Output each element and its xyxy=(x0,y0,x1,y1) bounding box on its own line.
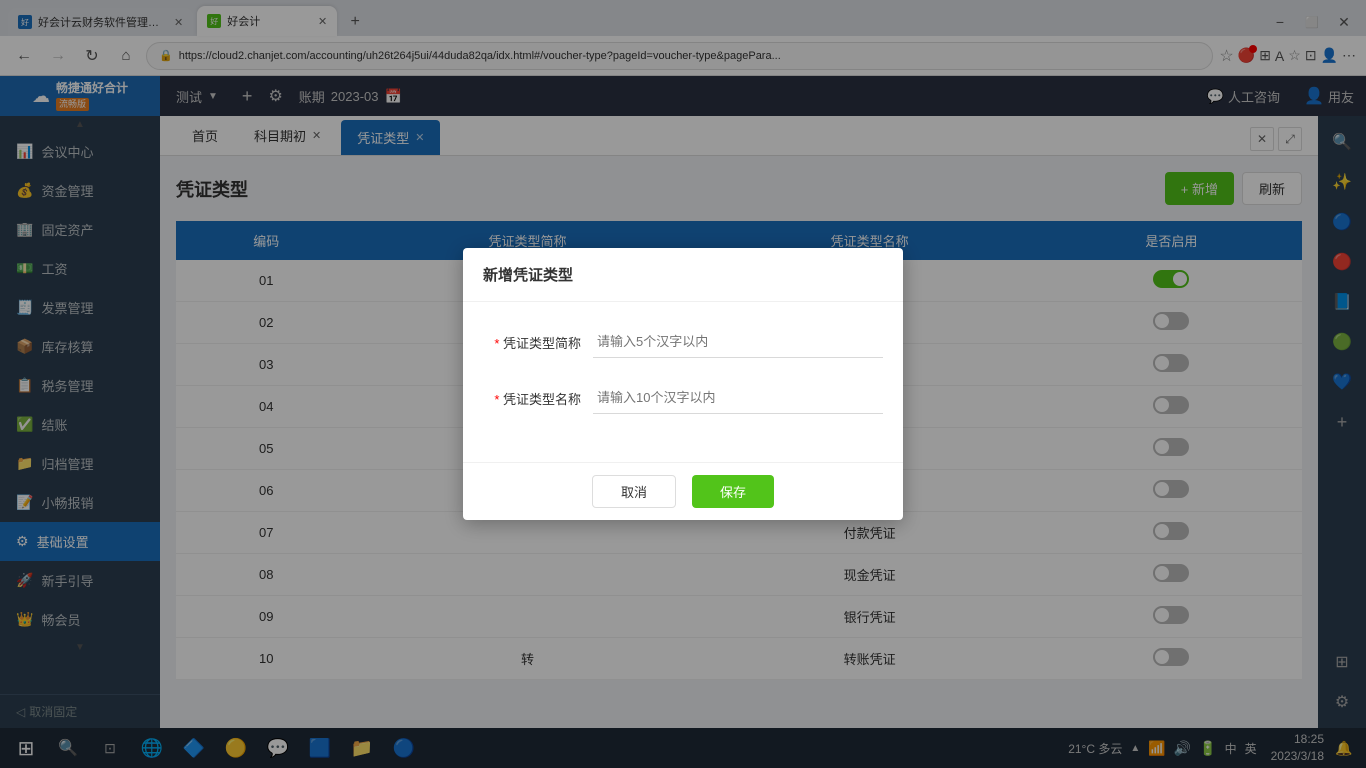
abbr-required-mark: * xyxy=(494,336,503,351)
name-label: * 凭证类型名称 xyxy=(483,389,593,408)
modal-header: 新增凭证类型 xyxy=(463,248,903,302)
abbr-label: * 凭证类型简称 xyxy=(483,333,593,352)
cancel-button[interactable]: 取消 xyxy=(592,475,676,508)
save-button[interactable]: 保存 xyxy=(692,475,774,508)
abbr-input[interactable] xyxy=(593,326,883,358)
name-input[interactable] xyxy=(593,382,883,414)
abbr-row: * 凭证类型简称 xyxy=(483,326,883,358)
modal-overlay: 新增凭证类型 * 凭证类型简称 * 凭证类型名称 取消 保存 xyxy=(0,0,1366,768)
modal: 新增凭证类型 * 凭证类型简称 * 凭证类型名称 取消 保存 xyxy=(463,248,903,520)
name-required-mark: * xyxy=(494,392,503,407)
modal-footer: 取消 保存 xyxy=(463,462,903,520)
name-row: * 凭证类型名称 xyxy=(483,382,883,414)
modal-body: * 凭证类型简称 * 凭证类型名称 xyxy=(463,302,903,462)
modal-title: 新增凭证类型 xyxy=(483,267,573,284)
